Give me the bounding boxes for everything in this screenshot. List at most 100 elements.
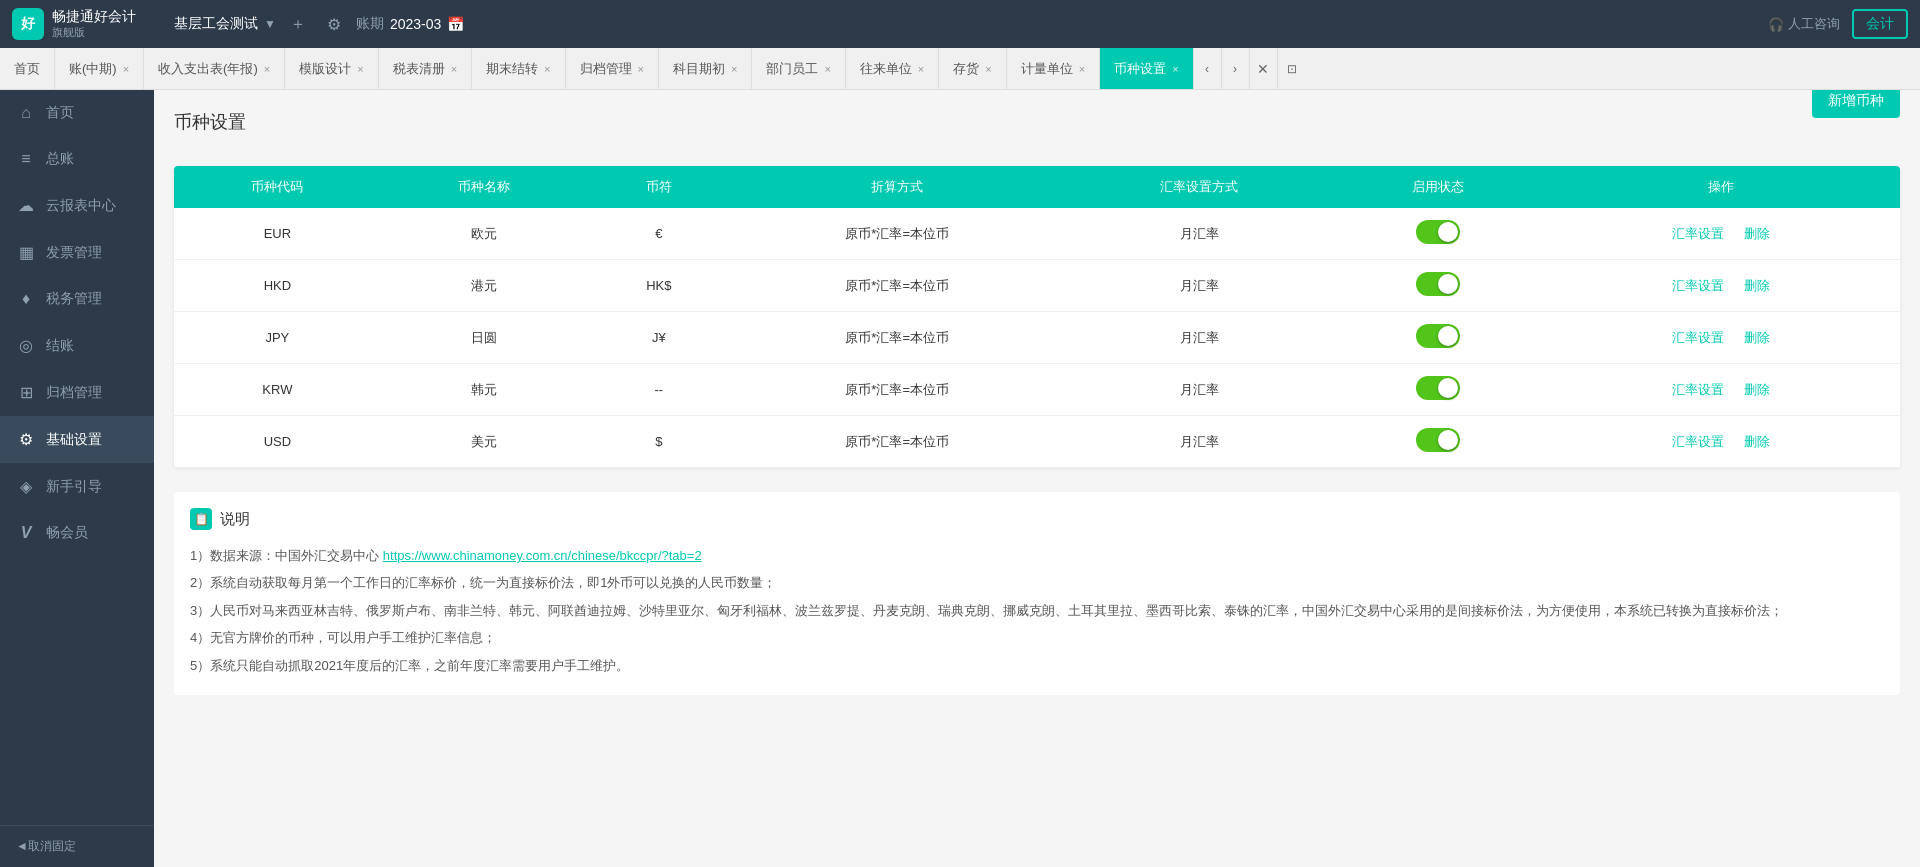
add-tab-button[interactable]: ＋	[284, 10, 312, 38]
tab-shouru[interactable]: 收入支出表(年报) ×	[144, 48, 285, 90]
delete-link[interactable]: 删除	[1744, 226, 1770, 241]
rate-setting-link[interactable]: 汇率设置	[1672, 226, 1724, 241]
tab-label: 税表清册	[393, 60, 445, 78]
sidebar-item-ledger[interactable]: ≡ 总账	[0, 136, 154, 182]
tab-close-all-button[interactable]: ✕	[1250, 48, 1278, 90]
toggle-knob	[1438, 378, 1458, 398]
toggle-switch[interactable]	[1416, 324, 1460, 348]
tab-shuibiao[interactable]: 税表清册 ×	[379, 48, 472, 90]
tab-close-icon[interactable]: ×	[1172, 63, 1178, 75]
new-currency-button[interactable]: 新增币种	[1812, 90, 1900, 118]
tab-close-icon[interactable]: ×	[264, 63, 270, 75]
col-actions: 操作	[1542, 166, 1900, 208]
tab-home[interactable]: 首页	[0, 48, 55, 90]
cell-code: EUR	[174, 208, 381, 260]
rate-setting-link[interactable]: 汇率设置	[1672, 382, 1724, 397]
tab-close-icon[interactable]: ×	[544, 63, 550, 75]
period-label: 账期	[356, 15, 384, 33]
tab-close-icon[interactable]: ×	[638, 63, 644, 75]
sidebar-item-invoice[interactable]: ▦ 发票管理	[0, 229, 154, 276]
rate-setting-link[interactable]: 汇率设置	[1672, 434, 1724, 449]
sidebar: ⌂ 首页 ≡ 总账 ☁ 云报表中心 ▦ 发票管理 ♦ 税务管理 ◎ 结账 ⊞ 归…	[0, 90, 154, 867]
sidebar-label: 归档管理	[46, 384, 102, 402]
help-button[interactable]: 🎧 人工咨询	[1768, 15, 1840, 33]
sidebar-item-checkout[interactable]: ◎ 结账	[0, 322, 154, 369]
notice-item-1: 1）数据来源：中国外汇交易中心 https://www.chinamoney.c…	[190, 542, 1884, 569]
toggle-switch[interactable]	[1416, 428, 1460, 452]
rate-setting-link[interactable]: 汇率设置	[1672, 278, 1724, 293]
cell-rate-method: 月汇率	[1064, 364, 1335, 416]
tab-close-icon[interactable]: ×	[1079, 63, 1085, 75]
tab-jiliang[interactable]: 计量单位 ×	[1007, 48, 1100, 90]
sidebar-item-home[interactable]: ⌂ 首页	[0, 90, 154, 136]
tab-cunkuo[interactable]: 存货 ×	[939, 48, 1006, 90]
company-selector[interactable]: 基层工会测试 ▼	[174, 15, 276, 33]
table-row: KRW 韩元 -- 原币*汇率=本位币 月汇率 汇率设置 删除	[174, 364, 1900, 416]
tab-bizhong[interactable]: 币种设置 ×	[1100, 48, 1193, 90]
sidebar-item-member[interactable]: V 畅会员	[0, 510, 154, 556]
tab-label: 往来单位	[860, 60, 912, 78]
tab-bumenygong[interactable]: 部门员工 ×	[752, 48, 845, 90]
cell-symbol: €	[587, 208, 730, 260]
archive-icon: ⊞	[16, 383, 36, 402]
settings-icon: ⚙	[16, 430, 36, 449]
tab-maximize-button[interactable]: ⊡	[1278, 48, 1306, 90]
calendar-icon[interactable]: 📅	[447, 16, 464, 32]
cell-actions: 汇率设置 删除	[1542, 260, 1900, 312]
content-area: 币种设置 新增币种 币种代码 币种名称 币符 折算方式 汇率设置方式 启用状态 …	[154, 90, 1920, 867]
tab-next-button[interactable]: ›	[1222, 48, 1250, 90]
delete-link[interactable]: 删除	[1744, 382, 1770, 397]
settings-icon[interactable]: ⚙	[320, 10, 348, 38]
cell-code: JPY	[174, 312, 381, 364]
logo-area: 好 畅捷通好会计 旗舰版	[12, 8, 166, 40]
cell-code: USD	[174, 416, 381, 468]
toggle-switch[interactable]	[1416, 272, 1460, 296]
guide-icon: ◈	[16, 477, 36, 496]
sidebar-item-guide[interactable]: ◈ 新手引导	[0, 463, 154, 510]
app-subtitle: 旗舰版	[52, 25, 136, 40]
sidebar-item-reports[interactable]: ☁ 云报表中心	[0, 182, 154, 229]
sidebar-item-tax[interactable]: ♦ 税务管理	[0, 276, 154, 322]
toggle-switch[interactable]	[1416, 220, 1460, 244]
checkout-icon: ◎	[16, 336, 36, 355]
tab-close-icon[interactable]: ×	[123, 63, 129, 75]
cell-name: 日圆	[381, 312, 588, 364]
tab-guidang[interactable]: 归档管理 ×	[566, 48, 659, 90]
tab-close-icon[interactable]: ×	[451, 63, 457, 75]
logo-icon: 好	[12, 8, 44, 40]
cell-code: HKD	[174, 260, 381, 312]
tab-close-icon[interactable]: ×	[824, 63, 830, 75]
tab-close-icon[interactable]: ×	[731, 63, 737, 75]
sidebar-pin-toggle[interactable]: ◄取消固定	[0, 825, 154, 867]
tab-close-icon[interactable]: ×	[918, 63, 924, 75]
delete-link[interactable]: 删除	[1744, 278, 1770, 293]
notice-link[interactable]: https://www.chinamoney.com.cn/chinese/bk…	[383, 548, 702, 563]
rate-setting-link[interactable]: 汇率设置	[1672, 330, 1724, 345]
toggle-knob	[1438, 326, 1458, 346]
app-name: 畅捷通好会计	[52, 8, 136, 25]
sidebar-label: 首页	[46, 104, 74, 122]
cell-status	[1335, 260, 1542, 312]
tab-wanglai[interactable]: 往来单位 ×	[846, 48, 939, 90]
sidebar-item-settings[interactable]: ⚙ 基础设置	[0, 416, 154, 463]
notice-item-2: 2）系统自动获取每月第一个工作日的汇率标价，统一为直接标价法，即1外币可以兑换的…	[190, 569, 1884, 596]
tab-prev-button[interactable]: ‹	[1194, 48, 1222, 90]
cell-calc: 原币*汇率=本位币	[730, 364, 1064, 416]
toggle-switch[interactable]	[1416, 376, 1460, 400]
tab-qimo[interactable]: 期末结转 ×	[472, 48, 565, 90]
kuaiji-button[interactable]: 会计	[1852, 9, 1908, 39]
notice-icon: 📋	[190, 508, 212, 530]
tab-kemuqichu[interactable]: 科目期初 ×	[659, 48, 752, 90]
delete-link[interactable]: 删除	[1744, 434, 1770, 449]
company-dropdown-icon: ▼	[264, 17, 276, 31]
tab-zhongqi[interactable]: 账(中期) ×	[55, 48, 144, 90]
cell-actions: 汇率设置 删除	[1542, 364, 1900, 416]
sidebar-item-archive[interactable]: ⊞ 归档管理	[0, 369, 154, 416]
sidebar-label: 基础设置	[46, 431, 102, 449]
tab-muban[interactable]: 模版设计 ×	[285, 48, 378, 90]
table-row: HKD 港元 HK$ 原币*汇率=本位币 月汇率 汇率设置 删除	[174, 260, 1900, 312]
toggle-knob	[1438, 222, 1458, 242]
tab-close-icon[interactable]: ×	[357, 63, 363, 75]
tab-close-icon[interactable]: ×	[985, 63, 991, 75]
delete-link[interactable]: 删除	[1744, 330, 1770, 345]
